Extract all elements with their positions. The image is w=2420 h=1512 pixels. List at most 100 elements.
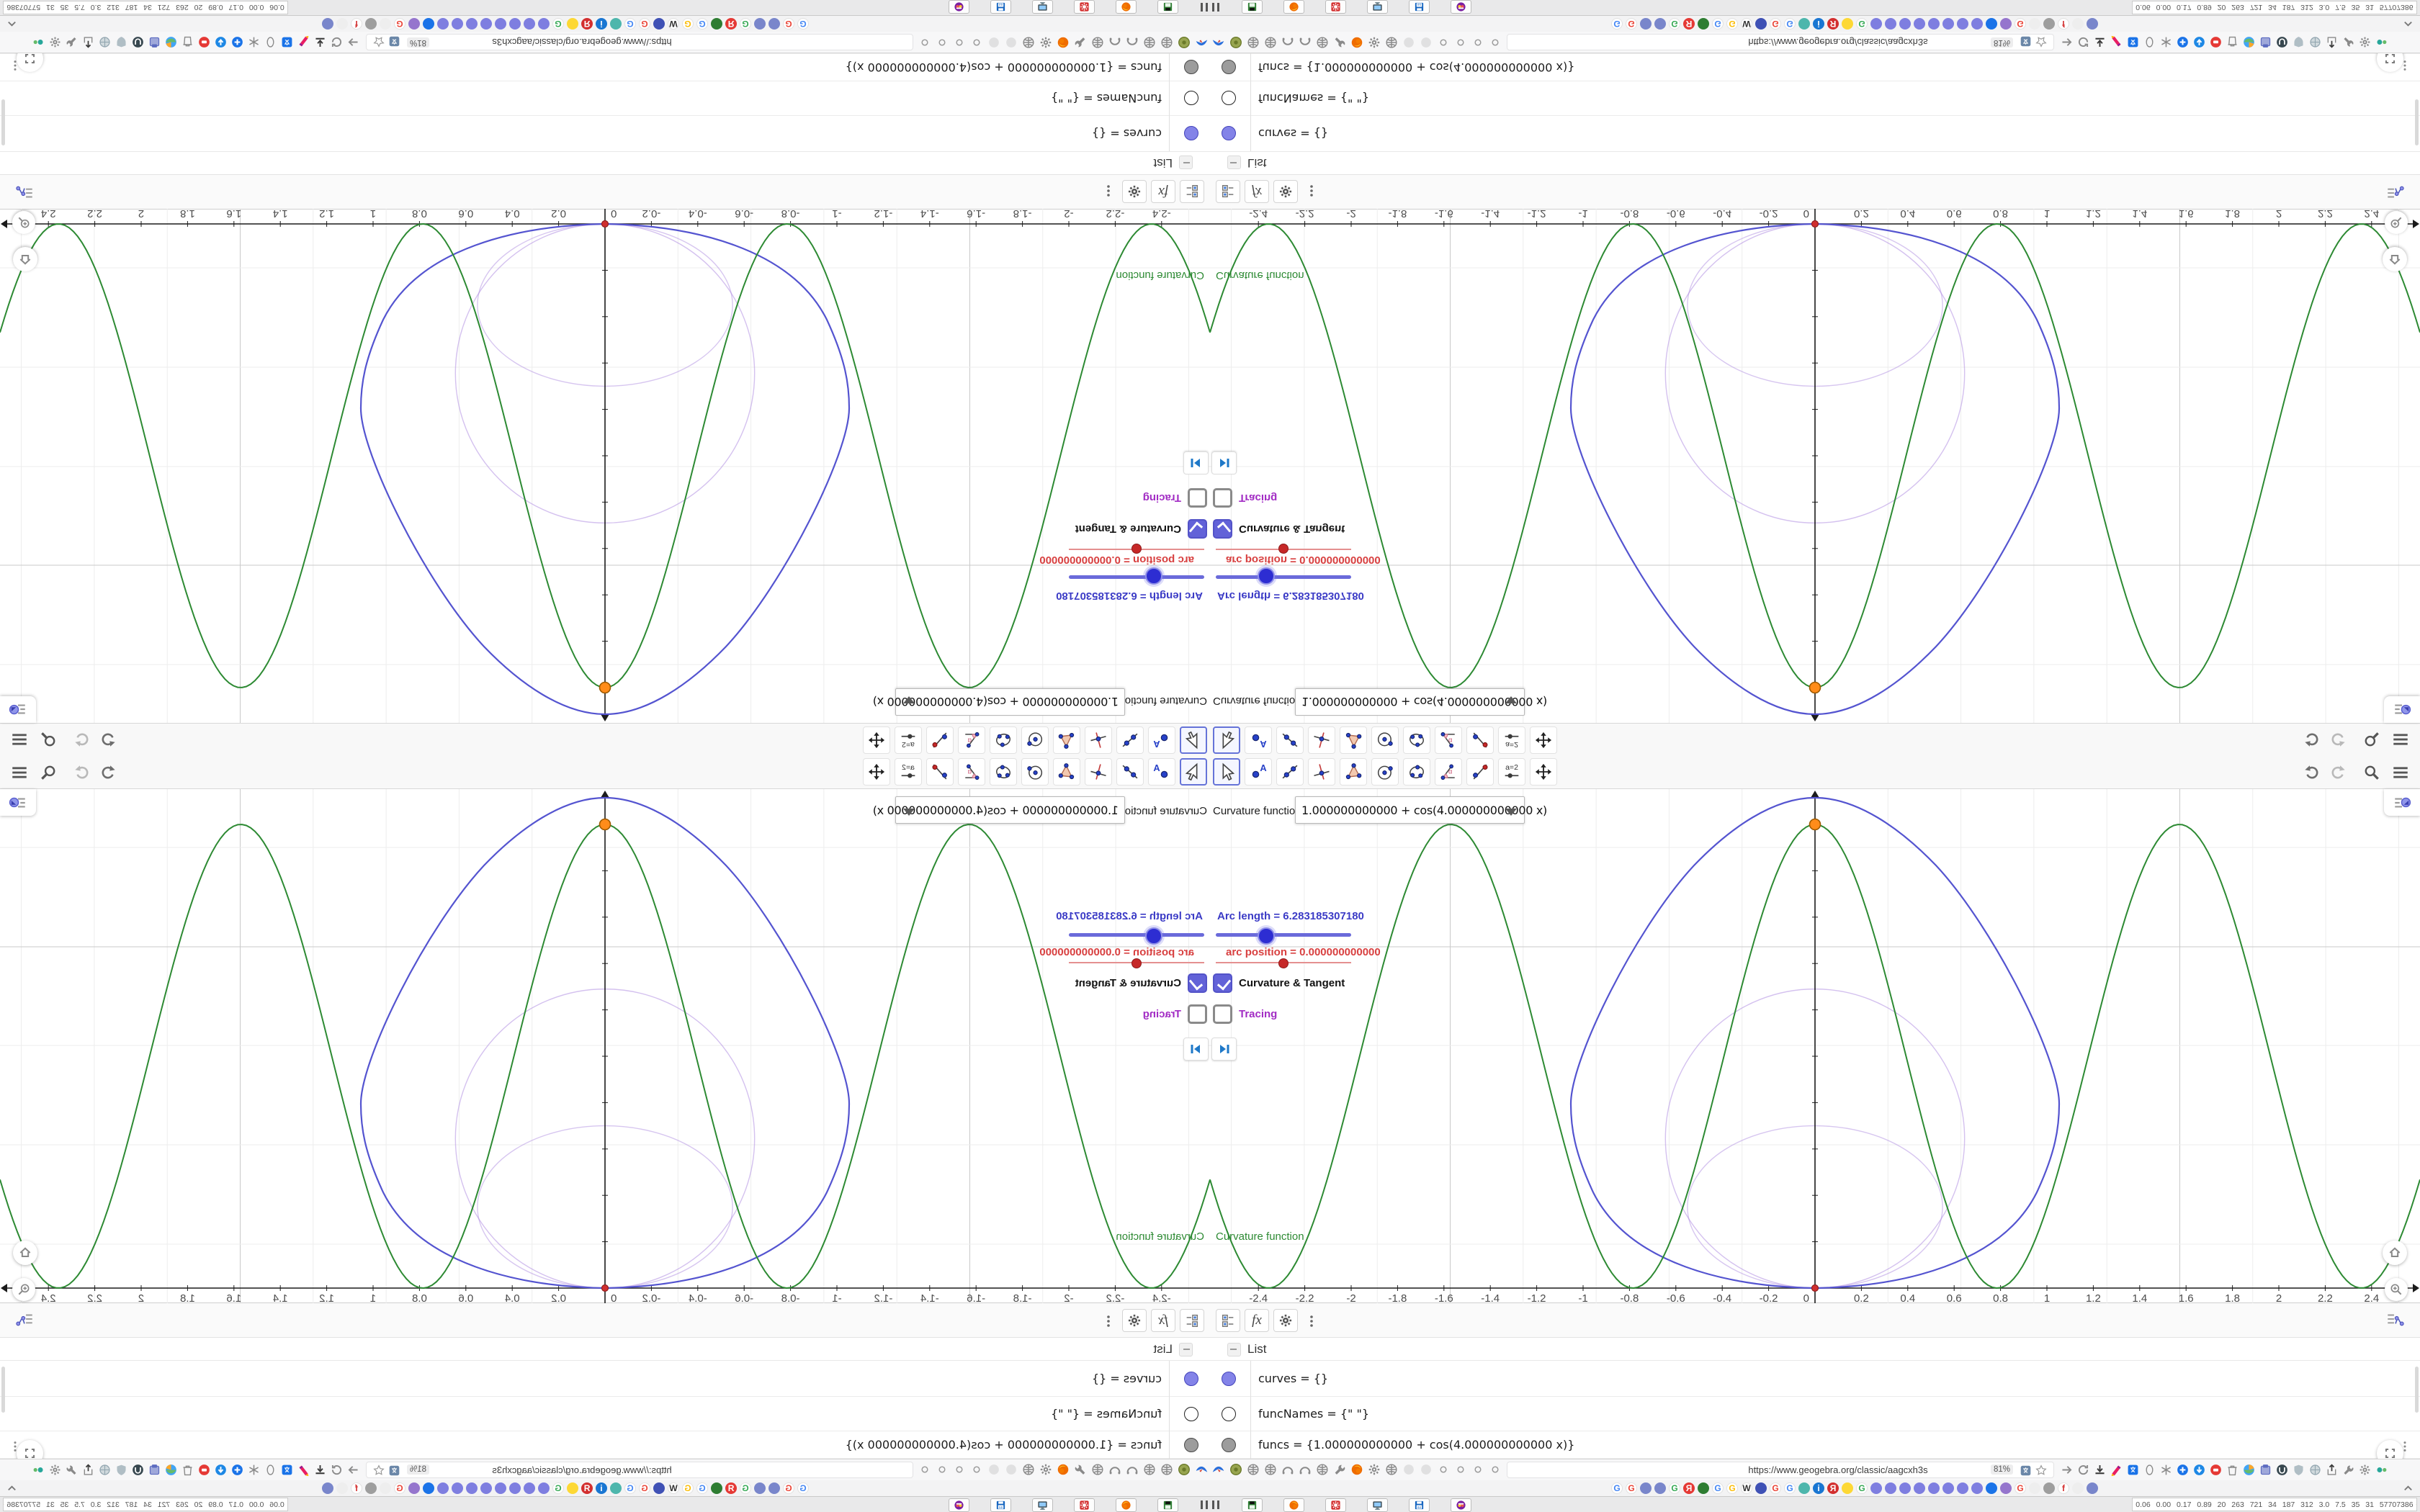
tool-reflect-about-line[interactable] (1466, 758, 1494, 786)
reload-icon[interactable] (329, 1462, 345, 1477)
page-zoom-indicator[interactable]: 81% (407, 1464, 430, 1475)
bookmark-favicon[interactable] (768, 1482, 780, 1494)
settings-gear-icon[interactable] (1122, 1309, 1147, 1332)
curvature-tangent-checkbox[interactable] (1188, 519, 1207, 539)
bookmark-favicon[interactable]: G (740, 1482, 751, 1494)
box-blue-icon[interactable] (2257, 1462, 2273, 1477)
oval-icon[interactable] (263, 1462, 279, 1477)
ghost-icon[interactable] (986, 1462, 1002, 1477)
arc-icon[interactable] (1107, 35, 1123, 50)
wrench-icon[interactable] (1332, 35, 1348, 50)
tracing-checkbox[interactable] (1188, 1004, 1207, 1024)
tree-view-icon[interactable] (1216, 180, 1240, 203)
bookmark-favicon[interactable] (711, 18, 722, 30)
taskbar-firefox-button[interactable] (1283, 1498, 1304, 1512)
reload-icon[interactable] (329, 35, 345, 50)
taskbar-purple-cam-button[interactable] (1451, 1498, 1471, 1512)
bookmark-favicon[interactable] (380, 18, 391, 30)
bookmark-favicon[interactable]: Я (1683, 18, 1695, 30)
reload-icon[interactable] (2075, 35, 2091, 50)
globe-icon[interactable] (1090, 1462, 1106, 1477)
bookmark-favicon[interactable] (1914, 18, 1925, 30)
share-icon[interactable] (81, 35, 97, 50)
visibility-marble[interactable] (1184, 1438, 1198, 1452)
globe-gray-icon[interactable] (97, 35, 113, 50)
tool-slider[interactable]: a=2 (895, 726, 922, 754)
bookmark-favicon[interactable]: Я (1827, 18, 1839, 30)
bookmark-favicon[interactable] (336, 1482, 348, 1494)
translate-icon[interactable] (2020, 1464, 2032, 1480)
algebra-stylebar-icon[interactable] (14, 1309, 36, 1331)
bookmark-favicon[interactable] (711, 1482, 722, 1494)
wrench-icon[interactable] (2340, 1462, 2356, 1477)
bookmark-favicon[interactable] (2087, 18, 2098, 30)
tree-view-icon[interactable] (1216, 1309, 1240, 1332)
globe-icon[interactable] (1314, 1462, 1330, 1477)
list-row-1[interactable]: funcNames = {" "} (0, 81, 1210, 115)
translate-icon[interactable] (388, 1464, 400, 1480)
ring-icon[interactable] (951, 35, 967, 50)
record-red-icon[interactable] (197, 1462, 212, 1477)
bookmark-favicon[interactable]: G (1770, 18, 1781, 30)
snow-icon[interactable] (2158, 35, 2174, 50)
bookmarks-overflow-chevron-icon[interactable] (2403, 14, 2414, 29)
tool-angle[interactable]: α (1435, 726, 1462, 754)
algebra-stylebar-icon[interactable] (2384, 1309, 2406, 1331)
bookmark-favicon[interactable] (538, 18, 550, 30)
ghost-icon[interactable] (1003, 35, 1019, 50)
snow-icon[interactable] (2158, 1462, 2174, 1477)
plus-blue-icon[interactable] (230, 35, 246, 50)
settings-gear-icon[interactable] (1122, 180, 1147, 203)
translate-blue-icon[interactable] (279, 35, 295, 50)
bookmark-favicon[interactable] (610, 18, 622, 30)
tool-line[interactable] (1116, 726, 1144, 754)
arc-icon[interactable] (1280, 35, 1296, 50)
globe-icon[interactable] (1314, 35, 1330, 50)
ud-dark-icon[interactable] (130, 1462, 146, 1477)
taskbar-monitor-button[interactable] (1032, 0, 1053, 14)
bookmark-favicon[interactable]: G (1611, 18, 1623, 30)
box-blue-icon[interactable] (147, 1462, 163, 1477)
globe-icon[interactable] (1263, 35, 1278, 50)
ring-icon[interactable] (934, 1462, 950, 1477)
taskbar-monitor-button[interactable] (1367, 1498, 1388, 1512)
settings-gear-icon[interactable] (1273, 180, 1298, 203)
bookmark-favicon[interactable]: f (2058, 1482, 2069, 1494)
snow-icon[interactable] (246, 35, 262, 50)
visibility-marble[interactable] (1222, 1372, 1236, 1386)
arc-icon[interactable] (1297, 1462, 1313, 1477)
settings-gear-icon[interactable] (1273, 1309, 1298, 1332)
curvature-function-dropdown[interactable]: 1.000000000000 + cos(4.000000000000 x) (873, 796, 1125, 824)
arc-icon[interactable] (1124, 1462, 1140, 1477)
plot-canvas[interactable]: -2.4 -2.2 -2 -1.8 -1.6 -1.4 -1.2 -1 -0.8 -0.6 -0.4… (1210, 789, 2420, 1303)
taskbar-floppy-64-button[interactable]: 64 (1409, 0, 1430, 14)
tool-point[interactable]: A (1245, 758, 1272, 786)
collapse-list-button[interactable] (1179, 1343, 1193, 1356)
bookmark-favicon[interactable] (1698, 1482, 1709, 1494)
tool-conic-five-points[interactable] (1403, 726, 1430, 754)
bookmark-star-icon[interactable] (372, 32, 385, 48)
graphics-view[interactable]: -2.4 -2.2 -2 -1.8 -1.6 -1.4 -1.2 -1 -0.8 -0.6 -0.4… (0, 180, 1210, 723)
snow-icon[interactable] (246, 1462, 262, 1477)
globe-icon[interactable] (1159, 35, 1175, 50)
kebab-menu-icon[interactable] (1098, 180, 1119, 202)
bookmark-favicon[interactable] (1755, 1482, 1767, 1494)
scrollbar-thumb[interactable] (1, 99, 5, 145)
tool-reflect-about-line[interactable] (926, 758, 954, 786)
ring-icon[interactable] (917, 35, 933, 50)
share-icon[interactable] (2323, 1462, 2339, 1477)
ghost-icon[interactable] (1418, 1462, 1434, 1477)
play-animation-button[interactable] (1211, 1038, 1237, 1061)
down-blue-icon[interactable] (213, 35, 229, 50)
taskbar-gear-red-button[interactable] (1074, 0, 1095, 14)
tool-slider[interactable]: a=2 (1498, 726, 1525, 754)
ring-icon[interactable] (1453, 1462, 1469, 1477)
bookmark-favicon[interactable]: f (351, 18, 362, 30)
bookmark-favicon[interactable] (2043, 1482, 2055, 1494)
bookmark-favicon[interactable]: G (797, 1482, 809, 1494)
bookmark-favicon[interactable]: G (624, 18, 636, 30)
curvature-tangent-checkbox[interactable] (1188, 973, 1207, 993)
play-animation-button[interactable] (1183, 1038, 1209, 1061)
firefox-icon[interactable] (1055, 35, 1071, 50)
list-row-2[interactable]: funcs = {1.000000000000 + cos(4.00000000… (0, 53, 1210, 81)
